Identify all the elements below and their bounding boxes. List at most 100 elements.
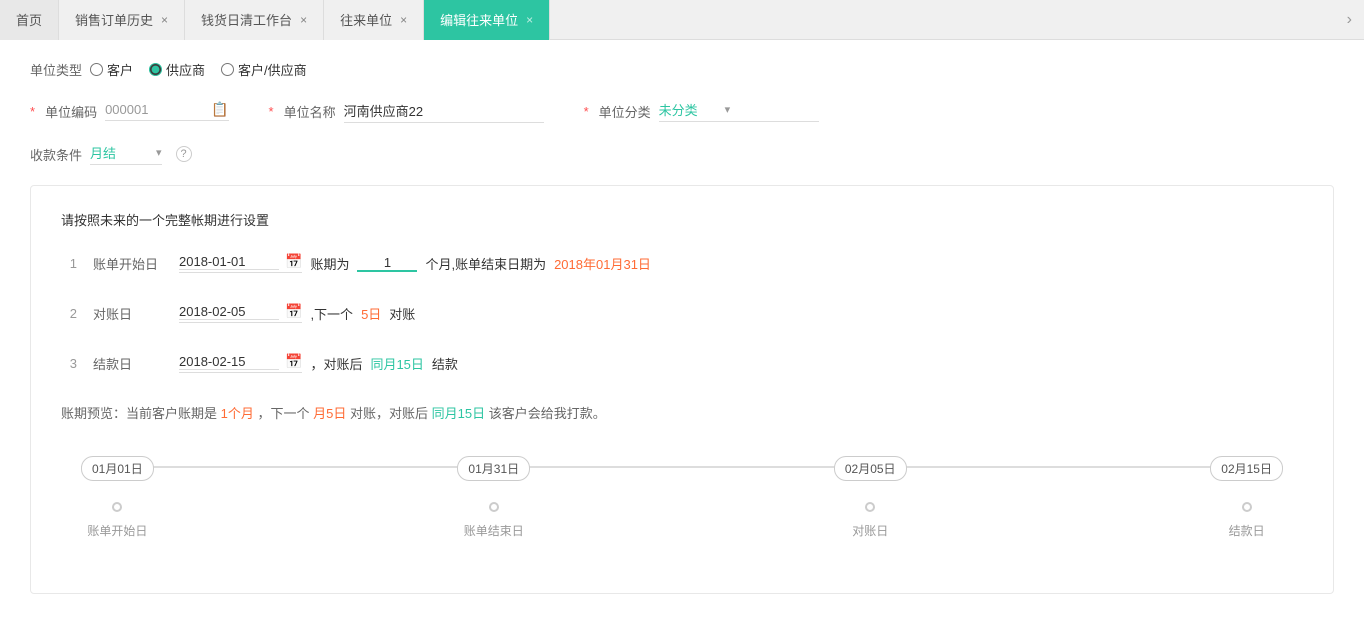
radio-customer[interactable]: 客户 <box>90 60 133 79</box>
tab-home-label: 首页 <box>16 10 42 29</box>
tab-edit-counterparty[interactable]: 编辑往来单位 × <box>424 0 550 40</box>
required-star-category: * <box>584 104 589 119</box>
unit-category-value: 未分类 <box>659 100 719 119</box>
timeline-badge-0: 01月01日 <box>81 456 154 481</box>
tab-counterparty[interactable]: 往来单位 × <box>324 0 424 40</box>
step-num-2: 2 <box>61 306 77 321</box>
preview-text3: 该客户会给我打款。 <box>489 406 606 421</box>
chevron-down-icon-payment: ▾ <box>156 146 162 159</box>
unit-type-label: 单位类型 <box>30 60 82 79</box>
required-star-name: * <box>269 104 274 119</box>
timeline-badge-2: 02月05日 <box>834 456 907 481</box>
step1-end-date: 2018年01月31日 <box>554 254 651 273</box>
radio-group-unit-type: 客户 供应商 客户/供应商 <box>90 60 307 79</box>
timeline-points: 01月01日 账单开始日 01月31日 账单结束日 02月05日 对账日 02月… <box>81 456 1283 539</box>
preview-text2: 对账，对账后 <box>350 406 428 421</box>
timeline-point-3: 02月15日 结款日 <box>1210 456 1283 539</box>
preview-day: 月5日 <box>313 406 346 421</box>
tab-sales-order-history[interactable]: 销售订单历史 × <box>59 0 185 40</box>
close-icon-cash[interactable]: × <box>300 13 307 27</box>
timeline-dot-3 <box>1242 502 1252 512</box>
step3-day-colored: 同月15日 <box>370 354 423 373</box>
timeline-badge-3: 02月15日 <box>1210 456 1283 481</box>
timeline-point-1: 01月31日 账单结束日 <box>457 456 530 539</box>
radio-both-input[interactable] <box>221 63 234 76</box>
payment-terms-select[interactable]: 月结 ▾ <box>90 143 162 165</box>
timeline-sublabel-2: 对账日 <box>852 522 888 539</box>
timeline-point-2: 02月05日 对账日 <box>834 456 907 539</box>
step1-suffix-text: 个月,账单结束日期为 <box>425 254 546 273</box>
unit-type-group: 单位类型 客户 供应商 客户/供应商 <box>30 60 307 79</box>
step3-date-input[interactable] <box>179 354 279 370</box>
unit-code-input[interactable] <box>105 102 205 117</box>
tab-edit-counterparty-label: 编辑往来单位 <box>440 10 518 29</box>
step2-suffix: 对账 <box>389 304 415 323</box>
timeline-sublabel-1: 账单结束日 <box>464 522 524 539</box>
tab-sales-order-history-label: 销售订单历史 <box>75 10 153 29</box>
radio-customer-input[interactable] <box>90 63 103 76</box>
close-icon-sales[interactable]: × <box>161 13 168 27</box>
radio-customer-label: 客户 <box>107 60 133 79</box>
step2-date-input[interactable] <box>179 304 279 320</box>
step1-month-input[interactable] <box>357 255 417 272</box>
step-content-3: 📅 ，对账后 同月15日 结款 <box>179 353 458 373</box>
required-star-code: * <box>30 104 35 119</box>
radio-supplier[interactable]: 供应商 <box>149 60 205 79</box>
close-icon-edit[interactable]: × <box>526 13 533 27</box>
step2-prefix: ,下一个 <box>310 304 353 323</box>
step1-date-wrapper: 📅 <box>179 253 302 273</box>
step2-date-wrapper: 📅 <box>179 303 302 323</box>
step-content-2: 📅 ,下一个 5日 对账 <box>179 303 415 323</box>
preview-day2: 同月15日 <box>432 406 485 421</box>
preview-section: 账期预览：当前客户账期是 1个月 ，下一个 月5日 对账，对账后 同月15日 该… <box>61 403 1303 422</box>
calendar-icon-step3[interactable]: 📅 <box>285 353 302 370</box>
step-label-3: 结款日 <box>93 354 163 373</box>
unit-code-label: 单位编码 <box>45 102 97 121</box>
step1-middle-text: 账期为 <box>310 254 349 273</box>
step3-prefix: ，对账后 <box>310 354 362 373</box>
payment-terms-row: 收款条件 月结 ▾ ? <box>30 143 1334 165</box>
timeline: 01月01日 账单开始日 01月31日 账单结束日 02月05日 对账日 02月… <box>81 446 1283 569</box>
step1-date-input[interactable] <box>179 254 279 270</box>
unit-category-group: * 单位分类 未分类 ▾ <box>584 100 819 122</box>
payment-terms-label: 收款条件 <box>30 145 82 164</box>
calendar-icon-step2[interactable]: 📅 <box>285 303 302 320</box>
step-num-1: 1 <box>61 256 77 271</box>
unit-name-input[interactable] <box>344 99 544 123</box>
radio-supplier-label: 供应商 <box>166 60 205 79</box>
step-label-2: 对账日 <box>93 304 163 323</box>
radio-both[interactable]: 客户/供应商 <box>221 60 307 79</box>
tab-home[interactable]: 首页 <box>0 0 59 40</box>
timeline-dot-2 <box>865 502 875 512</box>
preview-period: 1个月 <box>221 406 254 421</box>
help-icon[interactable]: ? <box>176 146 192 162</box>
tab-cash-reconciliation[interactable]: 钱货日清工作台 × <box>185 0 324 40</box>
calendar-icon-step1[interactable]: 📅 <box>285 253 302 270</box>
payment-terms-group: 收款条件 月结 ▾ ? <box>30 143 192 165</box>
card-title: 请按照未来的一个完整帐期进行设置 <box>61 210 1303 229</box>
timeline-sublabel-3: 结款日 <box>1229 522 1265 539</box>
main-content: 单位类型 客户 供应商 客户/供应商 * 单位编码 <box>0 40 1364 634</box>
step-row-3: 3 结款日 📅 ，对账后 同月15日 结款 <box>61 353 1303 373</box>
timeline-dot-0 <box>112 502 122 512</box>
unit-name-label: 单位名称 <box>284 102 336 121</box>
chevron-down-icon: ▾ <box>725 103 731 116</box>
step-num-3: 3 <box>61 356 77 371</box>
step-row-1: 1 账单开始日 📅 账期为 个月,账单结束日期为 2018年01月31日 <box>61 253 1303 273</box>
unit-code-group: * 单位编码 📋 <box>30 101 229 121</box>
unit-category-label: 单位分类 <box>599 102 651 121</box>
settings-card: 请按照未来的一个完整帐期进行设置 1 账单开始日 📅 账期为 个月,账单结束日期… <box>30 185 1334 594</box>
radio-supplier-input[interactable] <box>149 63 162 76</box>
close-icon-counterparty[interactable]: × <box>400 13 407 27</box>
step3-date-wrapper: 📅 <box>179 353 302 373</box>
unit-type-row: 单位类型 客户 供应商 客户/供应商 <box>30 60 1334 79</box>
unit-code-icon[interactable]: 📋 <box>211 101 228 118</box>
payment-terms-value: 月结 <box>90 143 150 162</box>
unit-category-select[interactable]: 未分类 ▾ <box>659 100 819 122</box>
tab-cash-reconciliation-label: 钱货日清工作台 <box>201 10 292 29</box>
step2-day-colored: 5日 <box>361 304 381 323</box>
tab-more-button[interactable]: › <box>1335 11 1364 29</box>
unit-info-row: * 单位编码 📋 * 单位名称 * 单位分类 未分类 ▾ <box>30 99 1334 123</box>
unit-code-input-wrapper: 📋 <box>105 101 228 121</box>
unit-name-group: * 单位名称 <box>269 99 544 123</box>
